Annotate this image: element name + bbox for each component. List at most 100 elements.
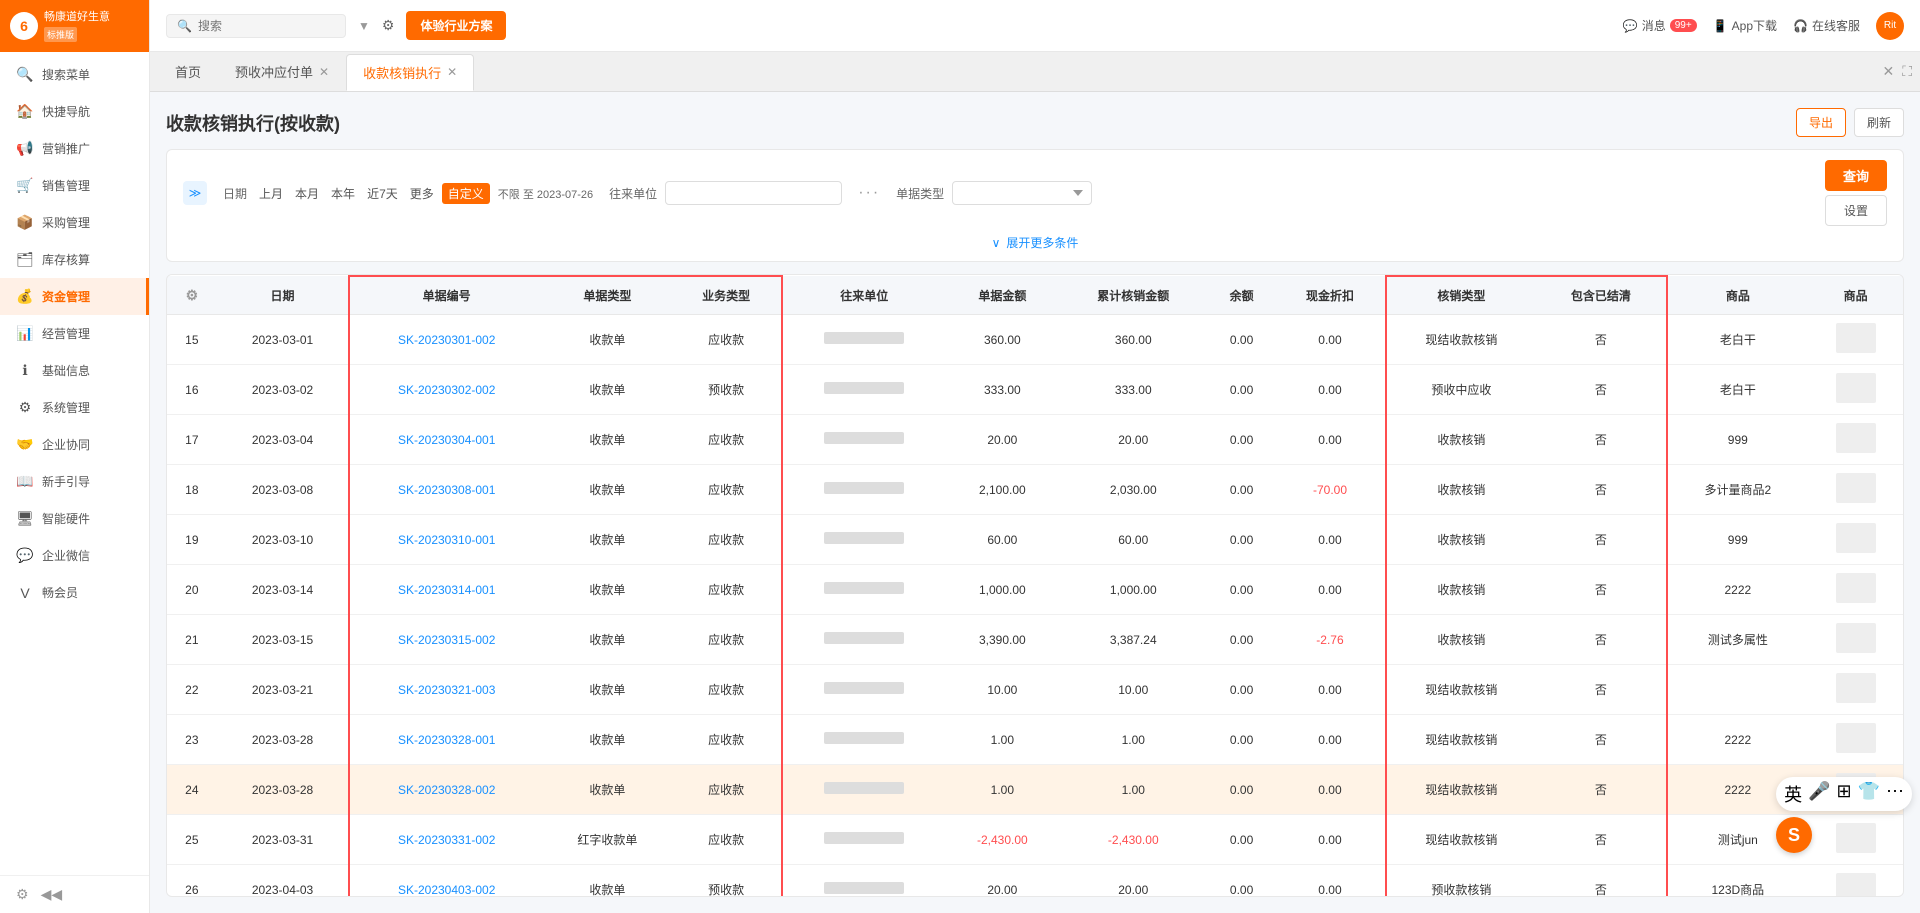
cell-product2 [1808, 565, 1903, 615]
sidebar-item-collab[interactable]: 🤝企业协同 [0, 426, 149, 463]
date-btn-this-month[interactable]: 本月 [291, 183, 323, 204]
sidebar-item-system[interactable]: ⚙系统管理 [0, 389, 149, 426]
filter-expand-button[interactable]: ≫ [183, 181, 207, 205]
export-button[interactable]: 导出 [1796, 108, 1846, 137]
tab-prepay[interactable]: 预收冲应付单 ✕ [218, 53, 346, 90]
finance-icon: 💰 [16, 288, 34, 305]
cell-counterparty [782, 465, 946, 515]
sidebar-item-guide[interactable]: 📖新手引导 [0, 463, 149, 500]
settings-footer-icon[interactable]: ⚙ [16, 886, 29, 903]
sidebar-item-basic[interactable]: ℹ基础信息 [0, 352, 149, 389]
filter-settings-button[interactable]: 设置 [1825, 195, 1887, 226]
voucher-no-link[interactable]: SK-20230310-001 [398, 533, 495, 547]
voucher-no-link[interactable]: SK-20230328-002 [398, 783, 495, 797]
tab-home[interactable]: 首页 [158, 53, 218, 90]
voucher-no-link[interactable]: SK-20230308-001 [398, 483, 495, 497]
tab-write-off-close[interactable]: ✕ [447, 65, 457, 79]
cell-include-settled: 否 [1536, 715, 1666, 765]
cell-biz-type: 应收款 [672, 315, 782, 365]
user-avatar[interactable]: Rit [1876, 12, 1904, 40]
sidebar-item-sales[interactable]: 🛒销售管理 [0, 167, 149, 204]
cell-voucher-type: 收款单 [543, 365, 672, 415]
tab-write-off[interactable]: 收款核销执行 ✕ [346, 54, 474, 91]
tab-prepay-close[interactable]: ✕ [319, 65, 329, 79]
float-more-icon[interactable]: ⋯ [1886, 781, 1904, 807]
float-english-icon[interactable]: 英 [1784, 781, 1802, 807]
expand-more-label: 展开更多条件 [1006, 234, 1078, 251]
message-action[interactable]: 💬 消息 99+ [1623, 17, 1697, 34]
cell-voucher-type: 收款单 [543, 765, 672, 815]
th-product: 商品 [1667, 276, 1809, 315]
col-settings-icon[interactable]: ⚙ [186, 287, 199, 303]
search-dropdown-icon[interactable]: ▼ [358, 19, 370, 33]
maximize-icon[interactable]: ⛶ [1902, 63, 1912, 80]
tab-write-off-label: 收款核销执行 [363, 63, 441, 82]
cell-balance: 0.00 [1208, 415, 1276, 465]
sidebar-item-marketing[interactable]: 📢营销推广 [0, 130, 149, 167]
query-button[interactable]: 查询 [1825, 160, 1887, 191]
cell-cash-discount: 0.00 [1275, 815, 1385, 865]
date-btn-7days[interactable]: 近7天 [363, 183, 402, 204]
cell-amount: 1,000.00 [946, 565, 1059, 615]
app-download-action[interactable]: 📱 App下载 [1713, 17, 1777, 34]
cell-product2 [1808, 365, 1903, 415]
refresh-button[interactable]: 刷新 [1854, 108, 1904, 137]
collapse-icon[interactable]: ◀◀ [41, 886, 63, 903]
voucher-no-link[interactable]: SK-20230304-001 [398, 433, 495, 447]
sidebar-item-operation[interactable]: 📊经营管理 [0, 315, 149, 352]
date-btn-custom[interactable]: 自定义 [442, 183, 490, 204]
topbar-actions: 💬 消息 99+ 📱 App下载 🎧 在线客服 Rit [1623, 12, 1904, 40]
cell-date: 2023-03-21 [217, 665, 350, 715]
cell-balance: 0.00 [1208, 365, 1276, 415]
voucher-no-link[interactable]: SK-20230302-002 [398, 383, 495, 397]
sidebar-item-shortcut[interactable]: 🏠快捷导航 [0, 93, 149, 130]
th-settings[interactable]: ⚙ [167, 276, 217, 315]
sidebar-item-purchase[interactable]: 📦采购管理 [0, 204, 149, 241]
float-mic-icon[interactable]: 🎤 [1808, 781, 1830, 807]
voucher-no-link[interactable]: SK-20230328-001 [398, 733, 495, 747]
cell-biz-type: 应收款 [672, 615, 782, 665]
voucher-no-link[interactable]: SK-20230321-003 [398, 683, 495, 697]
table-row: 16 2023-03-02 SK-20230302-002 收款单 预收款 33… [167, 365, 1903, 415]
cell-balance: 0.00 [1208, 315, 1276, 365]
cell-write-off-type: 收款核销 [1386, 565, 1537, 615]
voucher-no-link[interactable]: SK-20230331-002 [398, 833, 495, 847]
cell-product2 [1808, 315, 1903, 365]
sidebar-item-member[interactable]: V畅会员 [0, 574, 149, 611]
voucher-no-link[interactable]: SK-20230314-001 [398, 583, 495, 597]
voucher-no-link[interactable]: SK-20230315-002 [398, 633, 495, 647]
voucher-no-link[interactable]: SK-20230403-002 [398, 883, 495, 897]
cell-no: 21 [167, 615, 217, 665]
cell-biz-type: 应收款 [672, 665, 782, 715]
voucher-type-select[interactable] [952, 181, 1092, 205]
sidebar-item-search[interactable]: 🔍搜索菜单 [0, 56, 149, 93]
close-window-icon[interactable]: ✕ [1882, 63, 1894, 80]
date-range-display: 不限 至 2023-07-26 [498, 186, 593, 202]
sidebar-item-finance[interactable]: 💰资金管理 [0, 278, 149, 315]
online-service-action[interactable]: 🎧 在线客服 [1793, 17, 1860, 34]
search-input[interactable] [198, 19, 318, 33]
cell-voucher-type: 收款单 [543, 665, 672, 715]
date-btn-this-year[interactable]: 本年 [327, 183, 359, 204]
float-grid-icon[interactable]: ⊞ [1836, 781, 1851, 807]
counterparty-input[interactable] [665, 181, 842, 205]
sidebar-item-wechat[interactable]: 💬企业微信 [0, 537, 149, 574]
date-btn-last-month[interactable]: 上月 [255, 183, 287, 204]
page-header: 收款核销执行(按收款) 导出 刷新 [166, 108, 1904, 137]
filter-action-col: 查询 设置 [1825, 160, 1887, 226]
expand-more-row[interactable]: ∨ 展开更多条件 [183, 234, 1887, 251]
cell-voucher-no: SK-20230301-002 [349, 315, 543, 365]
topbar-search-box[interactable]: 🔍 [166, 14, 346, 38]
operation-icon: 📊 [16, 325, 34, 342]
sidebar-item-inventory[interactable]: 🗂库存核算 [0, 241, 149, 278]
voucher-no-link[interactable]: SK-20230301-002 [398, 333, 495, 347]
cell-voucher-no: SK-20230331-002 [349, 815, 543, 865]
topbar-gear-icon[interactable]: ⚙ [382, 17, 395, 34]
industry-solution-button[interactable]: 体验行业方案 [406, 11, 506, 40]
cell-date: 2023-04-03 [217, 865, 350, 898]
cell-write-off-type: 预收款核销 [1386, 865, 1537, 898]
float-shirt-icon[interactable]: 👕 [1858, 781, 1880, 807]
float-s-button[interactable]: S [1776, 817, 1812, 853]
sidebar-item-hardware[interactable]: 🖥智能硬件 [0, 500, 149, 537]
date-btn-more[interactable]: 更多 [406, 183, 438, 204]
